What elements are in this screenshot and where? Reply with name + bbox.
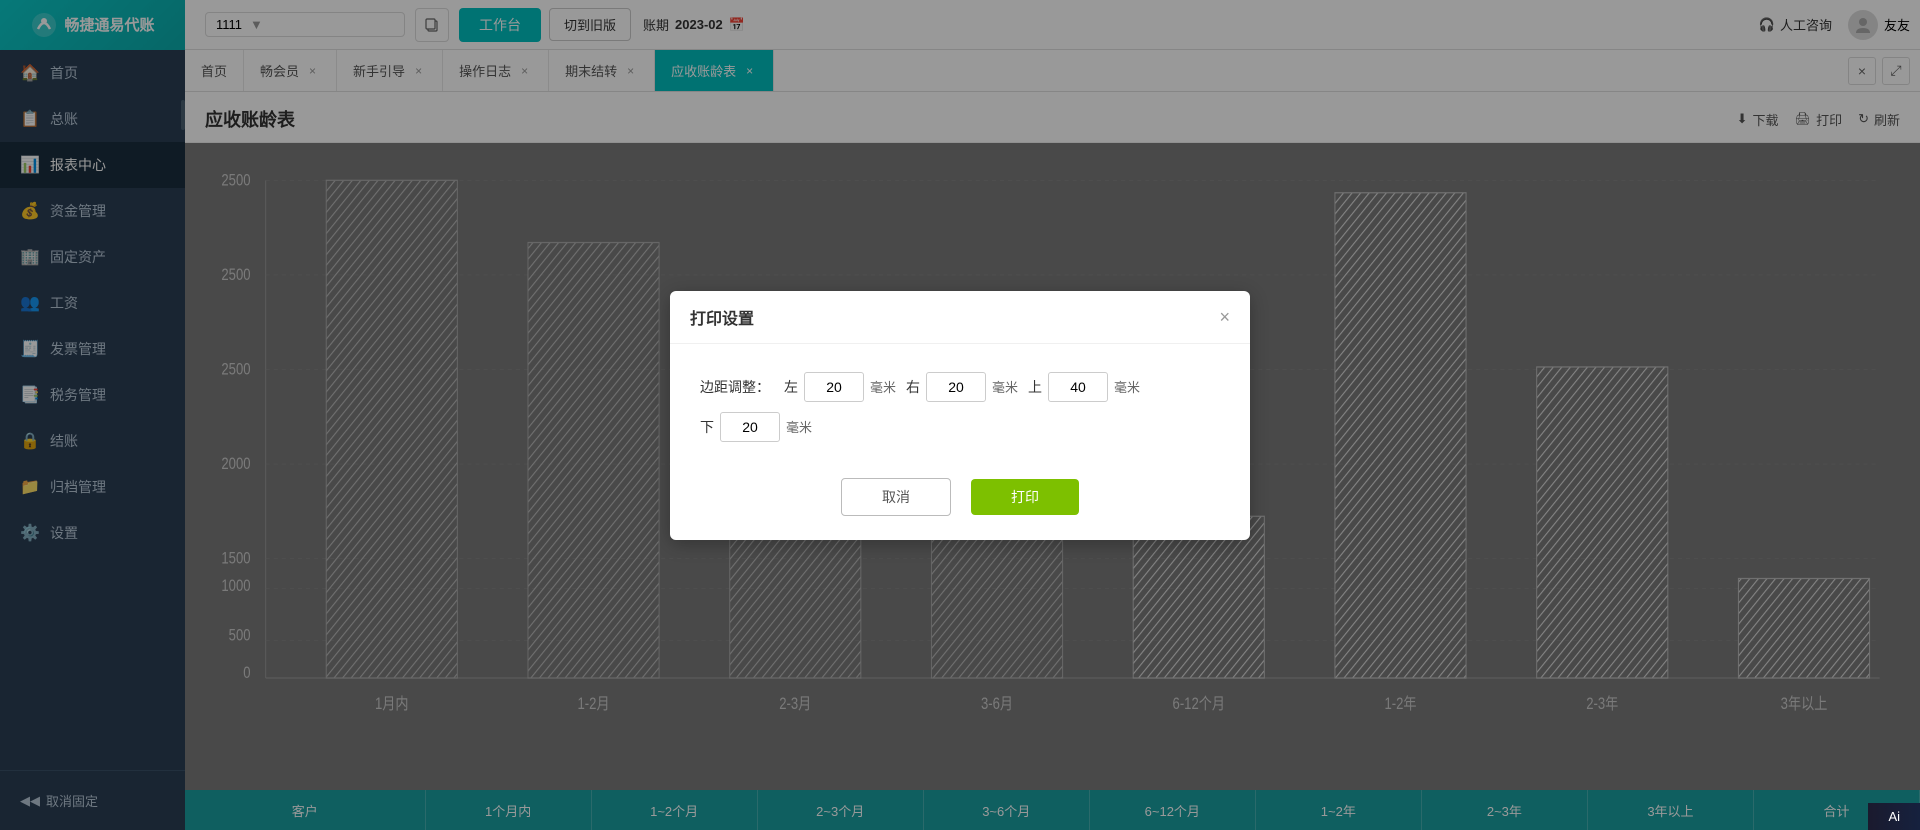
margin-left-input[interactable] xyxy=(804,372,864,402)
cancel-button[interactable]: 取消 xyxy=(841,478,951,516)
margin-group-top: 上 毫米 xyxy=(1028,372,1140,402)
margin-right-input[interactable] xyxy=(926,372,986,402)
left-unit-label: 毫米 xyxy=(870,377,896,396)
print-settings-dialog: 打印设置 × 边距调整： 左 毫米 右 毫米 上 毫米 xyxy=(670,291,1250,540)
bottom-unit-label: 毫米 xyxy=(786,417,812,436)
dialog-header: 打印设置 × xyxy=(670,291,1250,344)
margin-bottom-input[interactable] xyxy=(720,412,780,442)
top-unit-label: 毫米 xyxy=(1114,377,1140,396)
margin-row: 边距调整： 左 毫米 右 毫米 上 毫米 下 xyxy=(700,372,1220,442)
margin-group-bottom: 下 毫米 xyxy=(700,412,812,442)
margin-group-right: 右 毫米 xyxy=(906,372,1018,402)
dialog-footer: 取消 打印 xyxy=(670,462,1250,540)
margin-label: 边距调整： xyxy=(700,377,770,397)
dialog-close-button[interactable]: × xyxy=(1219,308,1230,326)
ai-label: Ai xyxy=(1888,809,1900,824)
right-direction-label: 右 xyxy=(906,377,920,397)
right-unit-label: 毫米 xyxy=(992,377,1018,396)
ai-assistant-bar[interactable]: Ai xyxy=(1868,803,1920,830)
bottom-direction-label: 下 xyxy=(700,417,714,437)
dialog-title: 打印设置 xyxy=(690,305,754,329)
margin-group-left: 左 毫米 xyxy=(784,372,896,402)
left-direction-label: 左 xyxy=(784,377,798,397)
top-direction-label: 上 xyxy=(1028,377,1042,397)
dialog-body: 边距调整： 左 毫米 右 毫米 上 毫米 下 xyxy=(670,344,1250,462)
margin-top-input[interactable] xyxy=(1048,372,1108,402)
print-confirm-button[interactable]: 打印 xyxy=(971,479,1079,515)
modal-overlay[interactable]: 打印设置 × 边距调整： 左 毫米 右 毫米 上 毫米 xyxy=(0,0,1920,830)
